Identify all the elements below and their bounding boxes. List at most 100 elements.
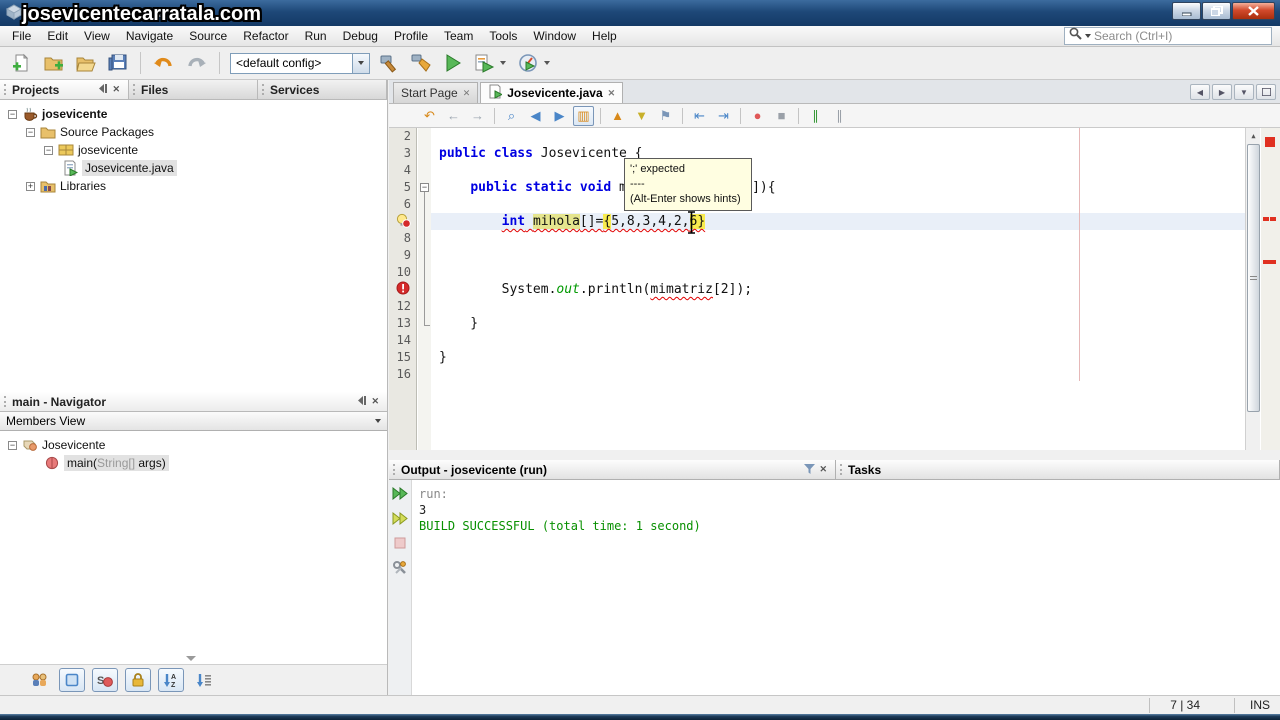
build-project-button[interactable] [376, 50, 402, 76]
restore-button[interactable] [1202, 2, 1231, 20]
error-stripe[interactable] [1261, 128, 1280, 459]
forward-icon[interactable]: → [467, 106, 488, 126]
close-tab-icon[interactable]: ✕ [463, 88, 471, 99]
line-number[interactable]: 2 [389, 128, 416, 145]
code-segment[interactable]: [2]); [713, 282, 752, 297]
scroll-up-icon[interactable]: ▲ [1247, 129, 1260, 142]
code-segment[interactable] [525, 214, 533, 229]
close-panel-icon[interactable]: ✕ [112, 85, 120, 94]
new-project-button[interactable] [40, 50, 66, 76]
tab-files[interactable]: Files [129, 80, 258, 99]
open-project-button[interactable] [72, 50, 98, 76]
code-line-3[interactable]: public class Josevicente { [431, 145, 1245, 162]
code-segment[interactable] [439, 180, 470, 195]
code-area[interactable]: 2 3 4 5 6 8 9 10 12 13 14 15 16 − public class Josev… [389, 128, 1280, 459]
last-edit-location-icon[interactable]: ↶ [419, 106, 440, 126]
code-line-4[interactable] [431, 162, 1245, 179]
code-segment[interactable]: public class [439, 146, 541, 161]
search-scope-dropdown-icon[interactable] [1085, 34, 1091, 38]
editor-vertical-scrollbar[interactable]: ▲ ▼ [1245, 128, 1260, 459]
line-number[interactable]: 10 [389, 264, 416, 281]
code-segment[interactable] [439, 214, 502, 229]
show-fields-icon[interactable] [59, 668, 85, 692]
code-segment[interactable]: []= [580, 214, 603, 229]
profile-project-button[interactable] [516, 50, 554, 76]
error-stripe-mark[interactable] [1263, 217, 1269, 221]
config-dropdown-icon[interactable] [352, 53, 369, 73]
debug-project-button[interactable] [472, 50, 510, 76]
line-number[interactable]: 14 [389, 332, 416, 349]
sort-by-source-icon[interactable] [191, 668, 217, 692]
uncomment-icon[interactable]: ∥ [829, 106, 850, 126]
tab-output[interactable]: Output - josevicente (run) ✕ [389, 460, 836, 480]
undo-button[interactable] [151, 50, 177, 76]
collapse-icon[interactable]: − [44, 145, 53, 155]
menu-item-source[interactable]: Source [181, 27, 235, 45]
close-button[interactable] [1232, 2, 1275, 20]
code-segment[interactable]: } [439, 350, 447, 365]
code-segment[interactable]: .println( [580, 282, 650, 297]
line-number[interactable]: 8 [389, 230, 416, 247]
code-line-5[interactable]: public static void main(String args[]){ [431, 179, 1245, 196]
clean-build-button[interactable] [408, 50, 434, 76]
minimize-button[interactable] [1172, 2, 1201, 20]
menu-item-debug[interactable]: Debug [335, 27, 386, 45]
code-line-11[interactable]: System.out.println(mimatriz[2]); [431, 281, 1245, 298]
navigator-header[interactable]: main - Navigator ✕ [0, 392, 387, 412]
save-all-button[interactable] [104, 50, 130, 76]
rerun-with-changes-icon[interactable] [391, 509, 409, 527]
run-project-button[interactable] [440, 50, 466, 76]
minimize-panel-icon[interactable] [357, 396, 367, 407]
code-segment[interactable]: int [502, 214, 525, 229]
code-segment[interactable]: 5,8,3,4,2, [611, 214, 689, 229]
error-stripe-mark[interactable] [1270, 217, 1276, 221]
new-file-button[interactable] [8, 50, 34, 76]
code-segment[interactable]: mimatriz [650, 282, 713, 297]
collapse-icon[interactable]: − [8, 109, 17, 119]
stop-build-icon[interactable] [391, 534, 409, 552]
code-line-13[interactable]: } [431, 315, 1245, 332]
tree-item-package[interactable]: − josevicente [0, 141, 387, 159]
tree-item-java-file[interactable]: Josevicente.java [0, 159, 387, 177]
scroll-tabs-right-icon[interactable]: ▶ [1212, 84, 1232, 100]
previous-occurrence-icon[interactable]: ▲ [607, 106, 628, 126]
tab-josevicente-java[interactable]: Josevicente.java ✕ [480, 82, 624, 103]
line-number[interactable]: 5 [389, 179, 416, 196]
menu-item-tools[interactable]: Tools [481, 27, 525, 45]
title-bar[interactable]: josevicente - NetBeans IDE 7.0.1 josevic… [0, 0, 1280, 26]
tree-item-libraries[interactable]: + Libraries [0, 177, 387, 195]
maximize-editor-icon[interactable] [1256, 84, 1276, 100]
code-segment[interactable]: mihola [532, 214, 580, 229]
line-number[interactable]: 13 [389, 315, 416, 332]
tab-projects[interactable]: Projects ✕ [0, 80, 129, 99]
menu-item-file[interactable]: File [4, 27, 39, 45]
code-segment[interactable]: System. [439, 282, 557, 297]
tab-services[interactable]: Services [258, 80, 387, 99]
editor-gutter[interactable]: 2 3 4 5 6 8 9 10 12 13 14 15 16 [389, 128, 417, 459]
menu-item-profile[interactable]: Profile [386, 27, 436, 45]
scroll-tabs-left-icon[interactable]: ◀ [1190, 84, 1210, 100]
line-number[interactable]: 9 [389, 247, 416, 264]
collapse-filters-icon[interactable] [186, 656, 196, 661]
navigator-item-main-method[interactable]: main(String[] args) [0, 454, 387, 472]
code-line-2[interactable] [431, 128, 1245, 145]
menu-item-edit[interactable]: Edit [39, 27, 76, 45]
code-line-14[interactable] [431, 332, 1245, 349]
toggle-bookmark-icon[interactable]: ⚑ [655, 106, 676, 126]
menu-item-run[interactable]: Run [297, 27, 335, 45]
error-glyph-icon[interactable] [389, 281, 416, 298]
fold-collapse-icon[interactable]: − [420, 183, 429, 192]
tab-start-page[interactable]: Start Page ✕ [393, 82, 479, 103]
code-line-6[interactable] [431, 196, 1245, 213]
tree-item-project[interactable]: − josevicente [0, 105, 387, 123]
navigator-item-class[interactable]: − Josevicente [0, 436, 387, 454]
find-next-icon[interactable]: ▶ [549, 106, 570, 126]
code-line-7[interactable]: int mihola[]={5,8,3,4,2,6} [431, 213, 1245, 230]
scrollbar-thumb[interactable] [1247, 144, 1260, 412]
code-segment[interactable]: public static void [470, 180, 619, 195]
line-number[interactable]: 16 [389, 366, 416, 383]
menu-item-help[interactable]: Help [584, 27, 625, 45]
minimize-panel-icon[interactable] [98, 84, 108, 95]
start-macro-recording-icon[interactable]: ● [747, 106, 768, 126]
code-line-16[interactable] [431, 366, 1245, 383]
